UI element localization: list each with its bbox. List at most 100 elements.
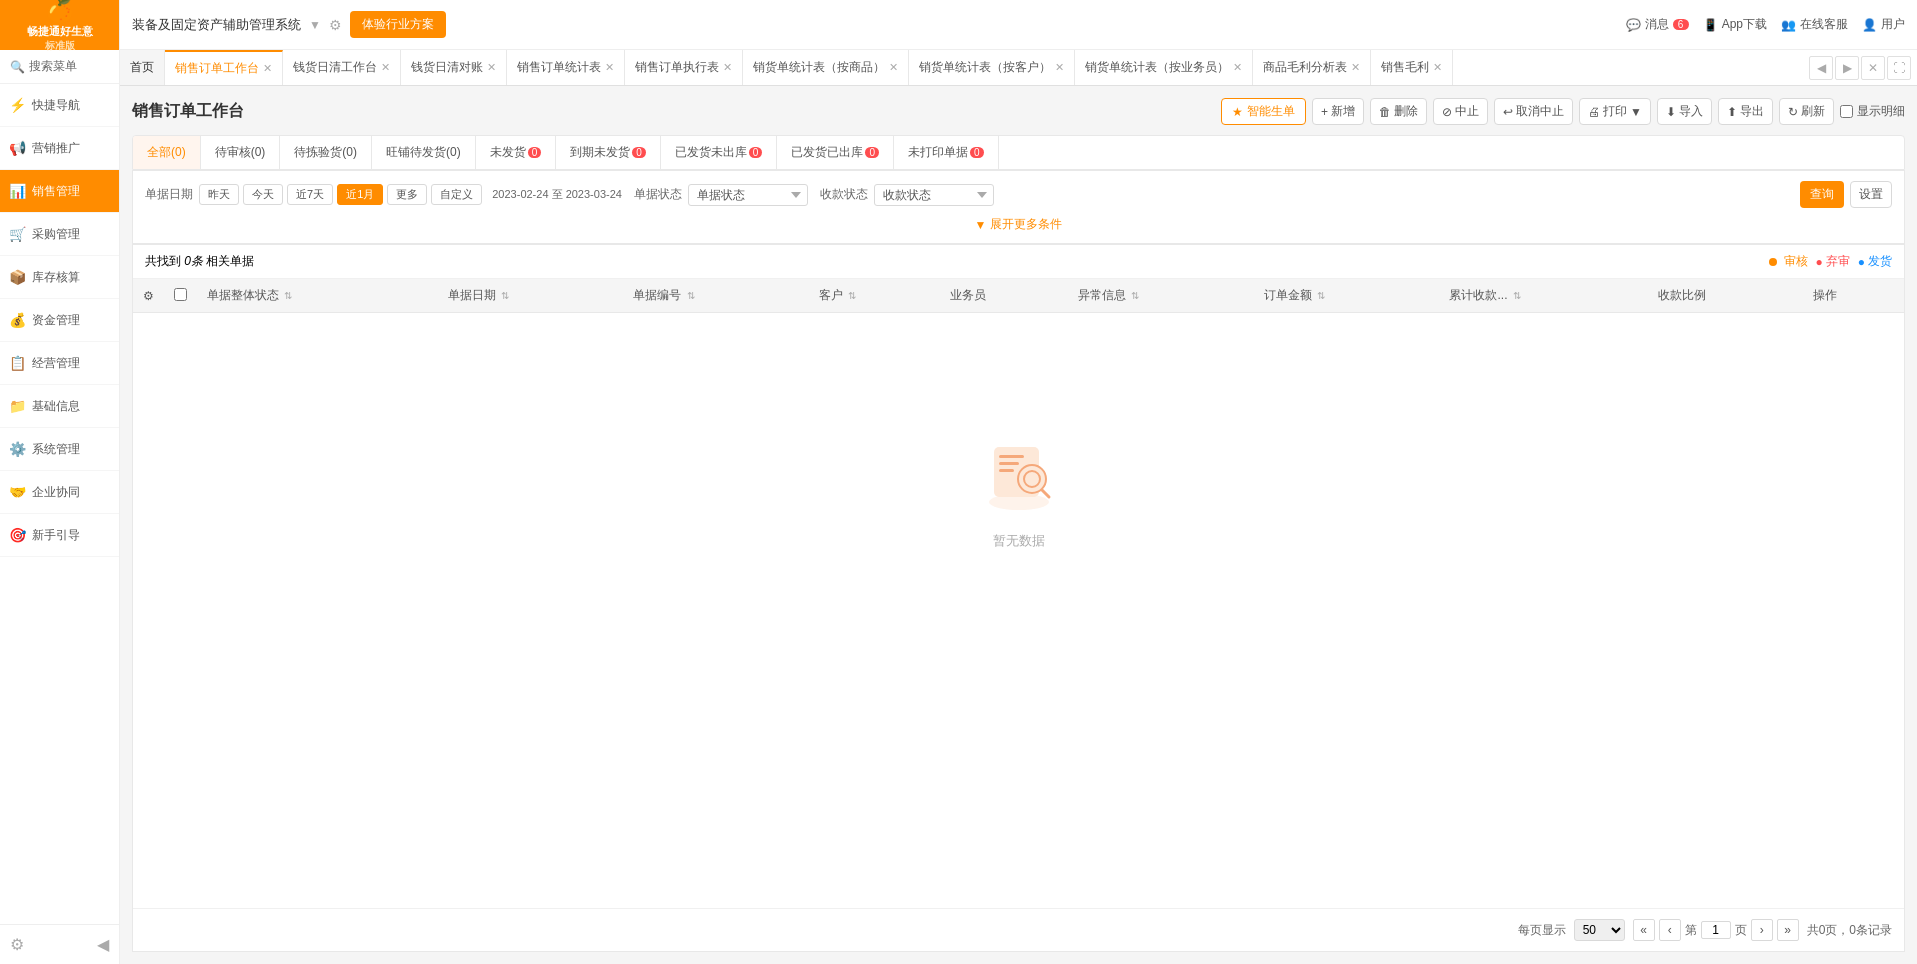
filter-date-today[interactable]: 今天 (243, 184, 283, 205)
settings-icon[interactable]: ⚙ (10, 935, 24, 954)
sidebar-item-operation[interactable]: 📋 经营管理 (0, 342, 119, 385)
sub-tab-wangpu-ship[interactable]: 旺铺待发货(0) (372, 136, 476, 169)
sidebar-item-enterprise[interactable]: 🤝 企业协同 (0, 471, 119, 514)
page-number-input[interactable] (1701, 921, 1731, 939)
user-item[interactable]: 👤 用户 (1862, 16, 1905, 33)
refresh-button[interactable]: ↻ 刷新 (1779, 98, 1834, 125)
sub-tab-pending-review[interactable]: 待审核(0) (201, 136, 281, 169)
filter-payment-status-select[interactable]: 收款状态 (874, 184, 994, 206)
tab-cash-daily[interactable]: 钱货日清工作台 ✕ (283, 50, 401, 86)
show-detail-checkbox[interactable] (1840, 105, 1853, 118)
cancel-review-action-btn[interactable]: ● 弃审 (1816, 253, 1850, 270)
last-page-button[interactable]: » (1777, 919, 1799, 941)
tab-close-cash-daily[interactable]: ✕ (381, 61, 390, 74)
table-scroll-area[interactable]: ⚙ 单据整体状态 ⇅ 单据日期 ⇅ (133, 279, 1904, 908)
cancel-stop-button[interactable]: ↩ 取消中止 (1494, 98, 1573, 125)
prev-page-button[interactable]: ‹ (1659, 919, 1681, 941)
filter-date-last7[interactable]: 近7天 (287, 184, 333, 205)
export-button[interactable]: ⬆ 导出 (1718, 98, 1773, 125)
sub-tab-all[interactable]: 全部(0) (133, 136, 201, 169)
tab-fullscreen[interactable]: ⛶ (1887, 56, 1911, 80)
tab-close-sales-order[interactable]: ✕ (263, 62, 272, 75)
tab-close-cash-reconcile[interactable]: ✕ (487, 61, 496, 74)
filter-order-status-select[interactable]: 单据状态 (688, 184, 808, 206)
tab-sales-order[interactable]: 销售订单工作台 ✕ (165, 50, 283, 86)
tab-close-sales-stat[interactable]: ✕ (605, 61, 614, 74)
smart-create-button[interactable]: ★ 智能生单 (1221, 98, 1306, 125)
ship-action-btn[interactable]: ● 发货 (1858, 253, 1892, 270)
add-button[interactable]: + 新增 (1312, 98, 1364, 125)
tab-close-cargo-stat-staff[interactable]: ✕ (1233, 61, 1242, 74)
next-page-button[interactable]: › (1751, 919, 1773, 941)
filter-date-yesterday[interactable]: 昨天 (199, 184, 239, 205)
sort-collected-icon[interactable]: ⇅ (1513, 290, 1521, 301)
sidebar-item-guide[interactable]: 🎯 新手引导 (0, 514, 119, 557)
tab-product-margin[interactable]: 商品毛利分析表 ✕ (1253, 50, 1371, 86)
experience-button[interactable]: 体验行业方案 (350, 11, 446, 38)
sidebar-item-inventory[interactable]: 📦 库存核算 (0, 256, 119, 299)
message-item[interactable]: 💬 消息 6 (1626, 16, 1689, 33)
sidebar-item-marketing[interactable]: 📢 营销推广 (0, 127, 119, 170)
show-detail-label[interactable]: 显示明细 (1840, 103, 1905, 120)
col-salesperson: 业务员 (940, 279, 1068, 313)
tab-close-sales-exec[interactable]: ✕ (723, 61, 732, 74)
search-button[interactable]: 查询 (1800, 181, 1844, 208)
sub-tab-shipped-not-out[interactable]: 已发货未出库0 (661, 136, 778, 169)
tab-cargo-stat-product[interactable]: 销货单统计表（按商品） ✕ (743, 50, 909, 86)
select-all-checkbox[interactable] (174, 288, 187, 301)
sidebar-item-system[interactable]: ⚙️ 系统管理 (0, 428, 119, 471)
sidebar-search[interactable]: 🔍 搜索菜单 (0, 50, 119, 84)
filter-date-last1m[interactable]: 近1月 (337, 184, 383, 205)
online-service-item[interactable]: 👥 在线客服 (1781, 16, 1848, 33)
filter-date-custom[interactable]: 自定义 (431, 184, 482, 205)
tab-cargo-stat-staff[interactable]: 销货单统计表（按业务员） ✕ (1075, 50, 1253, 86)
import-button[interactable]: ⬇ 导入 (1657, 98, 1712, 125)
sort-status-icon[interactable]: ⇅ (284, 290, 292, 301)
tab-close-product-margin[interactable]: ✕ (1351, 61, 1360, 74)
svg-line-7 (1042, 490, 1049, 497)
collapse-icon[interactable]: ◀ (97, 935, 109, 954)
topbar-gear-icon[interactable]: ⚙ (329, 17, 342, 33)
topbar-arrow-icon[interactable]: ▼ (309, 18, 321, 32)
col-checkbox[interactable] (164, 279, 197, 313)
sidebar-item-sales[interactable]: 📊 销售管理 (0, 170, 119, 213)
print-button[interactable]: 🖨 打印 ▼ (1579, 98, 1651, 125)
tab-scroll-right[interactable]: ▶ (1835, 56, 1859, 80)
tab-close-cargo-stat-product[interactable]: ✕ (889, 61, 898, 74)
sub-tab-not-printed[interactable]: 未打印单据0 (894, 136, 999, 169)
filter-settings-button[interactable]: 设置 (1850, 181, 1892, 208)
first-page-button[interactable]: « (1633, 919, 1655, 941)
page-size-select[interactable]: 50 10 20 100 (1574, 919, 1625, 941)
tab-home[interactable]: 首页 (120, 50, 165, 86)
col-settings[interactable]: ⚙ (133, 279, 164, 313)
tab-close-cargo-stat-customer[interactable]: ✕ (1055, 61, 1064, 74)
sub-tab-pending-check[interactable]: 待拣验货(0) (280, 136, 372, 169)
tab-close-sales-profit[interactable]: ✕ (1433, 61, 1442, 74)
sub-tab-not-shipped[interactable]: 未发货0 (476, 136, 557, 169)
tab-scroll-left[interactable]: ◀ (1809, 56, 1833, 80)
tab-cash-reconcile[interactable]: 钱货日清对账 ✕ (401, 50, 507, 86)
sidebar-item-basic[interactable]: 📁 基础信息 (0, 385, 119, 428)
stop-button[interactable]: ⊘ 中止 (1433, 98, 1488, 125)
sub-tab-shipped-out[interactable]: 已发货已出库0 (777, 136, 894, 169)
sidebar-item-finance[interactable]: 💰 资金管理 (0, 299, 119, 342)
tab-cargo-stat-customer[interactable]: 销货单统计表（按客户） ✕ (909, 50, 1075, 86)
sort-amount-icon[interactable]: ⇅ (1317, 290, 1325, 301)
sub-tab-overdue[interactable]: 到期未发货0 (556, 136, 661, 169)
sort-date-icon[interactable]: ⇅ (501, 290, 509, 301)
review-action-btn[interactable]: 审核 (1769, 253, 1808, 270)
sort-number-icon[interactable]: ⇅ (687, 290, 695, 301)
app-download-item[interactable]: 📱 App下载 (1703, 16, 1767, 33)
tab-sales-stat[interactable]: 销售订单统计表 ✕ (507, 50, 625, 86)
sidebar-item-quick-nav[interactable]: ⚡ 快捷导航 (0, 84, 119, 127)
expand-filter-button[interactable]: ▼ 展开更多条件 (975, 216, 1063, 233)
sort-customer-icon[interactable]: ⇅ (848, 290, 856, 301)
sidebar-item-purchase[interactable]: 🛒 采购管理 (0, 213, 119, 256)
tab-sales-profit[interactable]: 销售毛利 ✕ (1371, 50, 1453, 86)
filter-date-more[interactable]: 更多 (387, 184, 427, 205)
tab-close-all[interactable]: ✕ (1861, 56, 1885, 80)
delete-button[interactable]: 🗑 删除 (1370, 98, 1427, 125)
tab-sales-exec[interactable]: 销售订单执行表 ✕ (625, 50, 743, 86)
sort-abnormal-icon[interactable]: ⇅ (1131, 290, 1139, 301)
guide-icon: 🎯 (8, 526, 26, 544)
